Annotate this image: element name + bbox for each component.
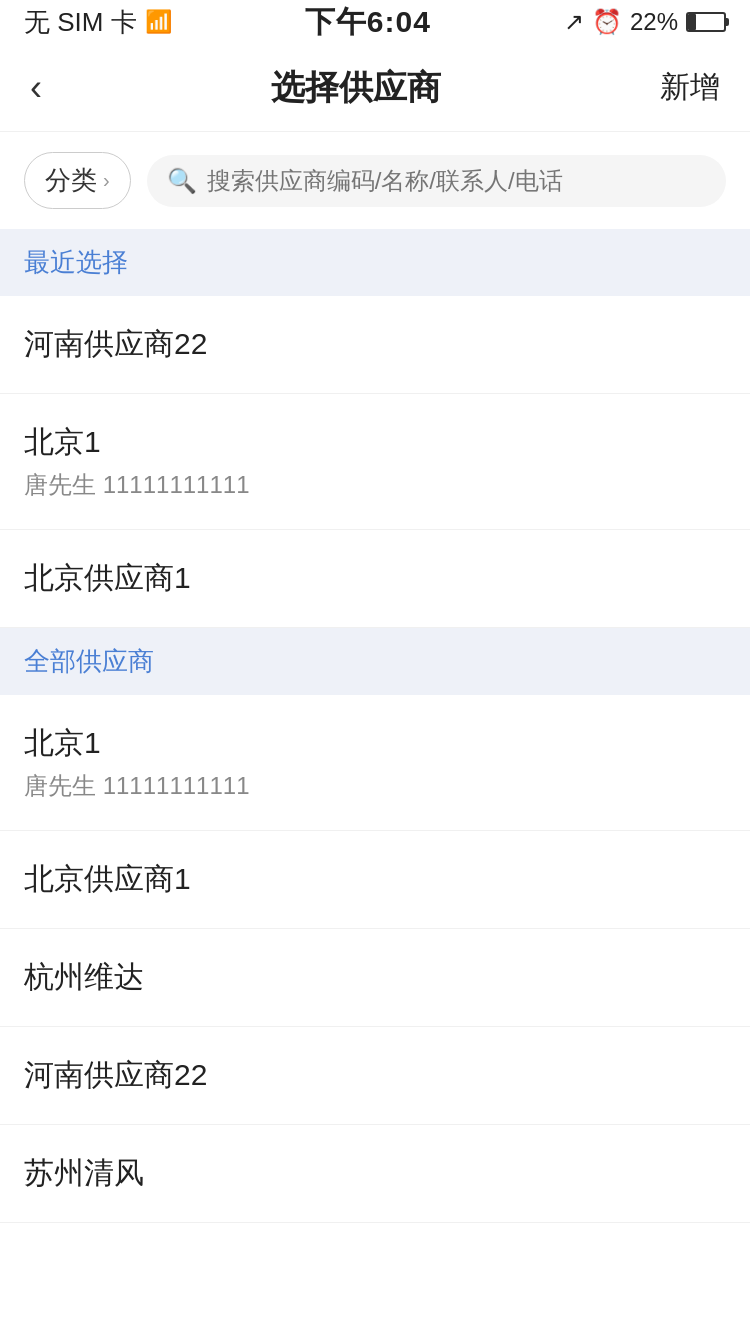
search-input[interactable]: [207, 167, 706, 195]
list-item[interactable]: 河南供应商22: [0, 296, 750, 394]
category-button[interactable]: 分类 ›: [24, 152, 131, 209]
status-bar: 无 SIM 卡 📶 下午6:04 ↗ ⏰ 22%: [0, 0, 750, 44]
item-name: 苏州清风: [24, 1153, 726, 1194]
sim-label: 无 SIM 卡: [24, 5, 137, 40]
filter-bar: 分类 › 🔍: [0, 132, 750, 229]
item-name: 北京供应商1: [24, 558, 726, 599]
add-button[interactable]: 新增: [660, 67, 720, 108]
recent-section-header: 最近选择: [0, 229, 750, 296]
list-item[interactable]: 杭州维达: [0, 929, 750, 1027]
item-name: 北京1: [24, 723, 726, 764]
item-sub: 唐先生 11111111111: [24, 469, 726, 501]
alarm-icon: ⏰: [592, 8, 622, 36]
page-title: 选择供应商: [271, 65, 441, 111]
search-icon: 🔍: [167, 167, 197, 195]
location-icon: ↗: [564, 8, 584, 36]
list-item[interactable]: 苏州清风: [0, 1125, 750, 1223]
back-button[interactable]: ‹: [20, 57, 52, 119]
item-name: 河南供应商22: [24, 324, 726, 365]
battery-icon: [686, 12, 726, 32]
list-item[interactable]: 北京1 唐先生 11111111111: [0, 394, 750, 530]
wifi-icon: 📶: [145, 9, 172, 35]
category-label: 分类: [45, 163, 97, 198]
list-item[interactable]: 北京供应商1: [0, 530, 750, 628]
chevron-right-icon: ›: [103, 169, 110, 192]
item-name: 北京1: [24, 422, 726, 463]
all-list: 北京1 唐先生 11111111111 北京供应商1 杭州维达河南供应商22 苏州清风: [0, 695, 750, 1223]
status-time: 下午6:04: [305, 2, 431, 43]
item-name: 北京供应商1: [24, 859, 726, 900]
nav-bar: ‹ 选择供应商 新增: [0, 44, 750, 132]
item-name: 河南供应商22: [24, 1055, 726, 1096]
item-sub: 唐先生 11111111111: [24, 770, 726, 802]
status-right: ↗ ⏰ 22%: [564, 8, 726, 36]
all-section-header: 全部供应商: [0, 628, 750, 695]
search-box[interactable]: 🔍: [147, 155, 726, 207]
list-item[interactable]: 北京供应商1: [0, 831, 750, 929]
status-left: 无 SIM 卡 📶: [24, 5, 172, 40]
list-item[interactable]: 北京1 唐先生 11111111111: [0, 695, 750, 831]
item-name: 杭州维达: [24, 957, 726, 998]
list-item[interactable]: 河南供应商22: [0, 1027, 750, 1125]
recent-list: 河南供应商22 北京1 唐先生 11111111111 北京供应商1: [0, 296, 750, 628]
battery-percent: 22%: [630, 8, 678, 36]
